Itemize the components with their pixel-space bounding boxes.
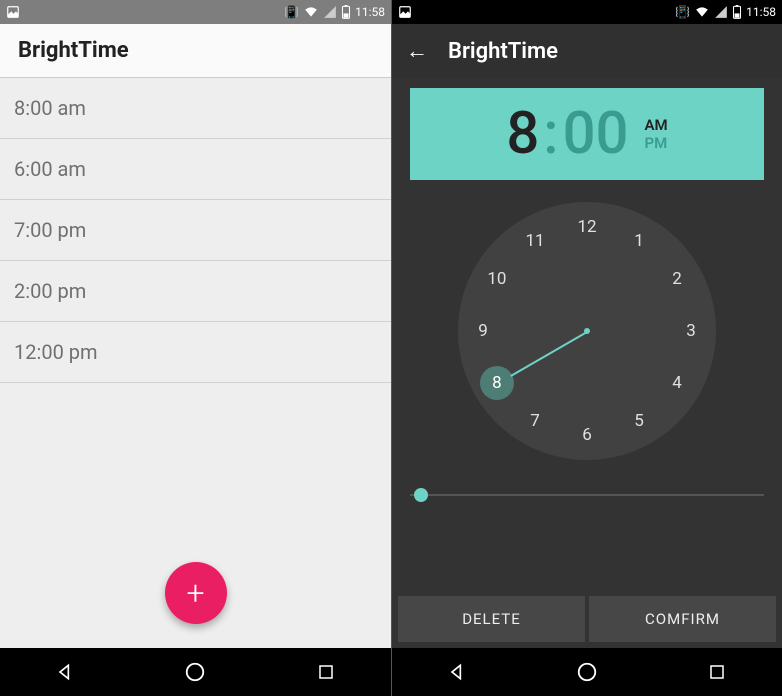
vibrate-icon: 📳 — [284, 5, 299, 19]
slider-track — [410, 494, 764, 496]
status-time: 11:58 — [355, 5, 385, 19]
delete-button[interactable]: DELETE — [398, 596, 585, 642]
clock-hour-3[interactable]: 3 — [677, 317, 705, 345]
clock-hour-5[interactable]: 5 — [625, 407, 653, 435]
status-bar: 📳 11:58 — [392, 0, 782, 24]
nav-bar — [392, 648, 782, 696]
minute-value[interactable]: 00 — [563, 100, 629, 168]
vibrate-icon: 📳 — [675, 5, 690, 19]
phone-screen-picker: 📳 11:58 ← BrightTime 8 : 00 AM PM 1212 — [391, 0, 782, 696]
time-colon: : — [543, 100, 558, 168]
clock-hour-4[interactable]: 4 — [663, 369, 691, 397]
recent-icon[interactable] — [706, 661, 728, 683]
app-title: BrightTime — [0, 24, 391, 78]
status-bar: 📳 11:58 — [0, 0, 391, 24]
home-icon[interactable] — [576, 661, 598, 683]
back-arrow-icon[interactable]: ← — [406, 38, 428, 64]
list-item[interactable]: 6:00 am — [0, 139, 391, 200]
clock-hour-10[interactable]: 10 — [483, 265, 511, 293]
back-icon[interactable] — [54, 661, 76, 683]
clock-hour-12[interactable]: 12 — [573, 213, 601, 241]
app-title: BrightTime — [448, 39, 558, 64]
plus-icon: + — [186, 574, 204, 612]
back-icon[interactable] — [446, 661, 468, 683]
slider-thumb[interactable] — [414, 488, 428, 502]
clock-selected-hour[interactable]: 8 — [480, 366, 514, 400]
nav-bar — [0, 648, 391, 696]
clock-hour-6[interactable]: 6 — [573, 421, 601, 449]
confirm-button[interactable]: COMFIRM — [589, 596, 776, 642]
brightness-slider[interactable] — [410, 494, 764, 496]
wifi-icon — [303, 5, 319, 19]
clock-hour-9[interactable]: 9 — [469, 317, 497, 345]
time-display: 8 : 00 AM PM — [410, 88, 764, 180]
battery-icon — [732, 5, 742, 19]
battery-icon — [341, 5, 351, 19]
home-icon[interactable] — [184, 661, 206, 683]
button-row: DELETE COMFIRM — [398, 596, 776, 642]
phone-screen-list: 📳 11:58 BrightTime 8:00 am 6:00 am 7:00 … — [0, 0, 391, 696]
signal-icon — [323, 5, 337, 19]
list-item[interactable]: 8:00 am — [0, 78, 391, 139]
clock-hand — [510, 331, 587, 377]
image-icon — [6, 5, 20, 19]
clock-hour-2[interactable]: 2 — [663, 265, 691, 293]
app-bar: ← BrightTime — [392, 24, 782, 78]
image-icon — [398, 5, 412, 19]
list-item[interactable]: 7:00 pm — [0, 200, 391, 261]
hour-value[interactable]: 8 — [506, 100, 539, 168]
status-time: 11:58 — [746, 5, 776, 19]
am-toggle[interactable]: AM — [645, 116, 668, 134]
pm-toggle[interactable]: PM — [645, 134, 668, 152]
clock-face[interactable]: 12 12 3 45678 9 10 11 — [458, 202, 716, 460]
clock-hour-11[interactable]: 11 — [521, 227, 549, 255]
clock-hour-7[interactable]: 7 — [521, 407, 549, 435]
list-item[interactable]: 2:00 pm — [0, 261, 391, 322]
clock-hour-1[interactable]: 1 — [625, 227, 653, 255]
add-button[interactable]: + — [165, 562, 227, 624]
list-item[interactable]: 12:00 pm — [0, 322, 391, 383]
recent-icon[interactable] — [315, 661, 337, 683]
signal-icon — [714, 5, 728, 19]
picker-body: 8 : 00 AM PM 121234567891011 DELETE COMF… — [392, 78, 782, 648]
wifi-icon — [694, 5, 710, 19]
